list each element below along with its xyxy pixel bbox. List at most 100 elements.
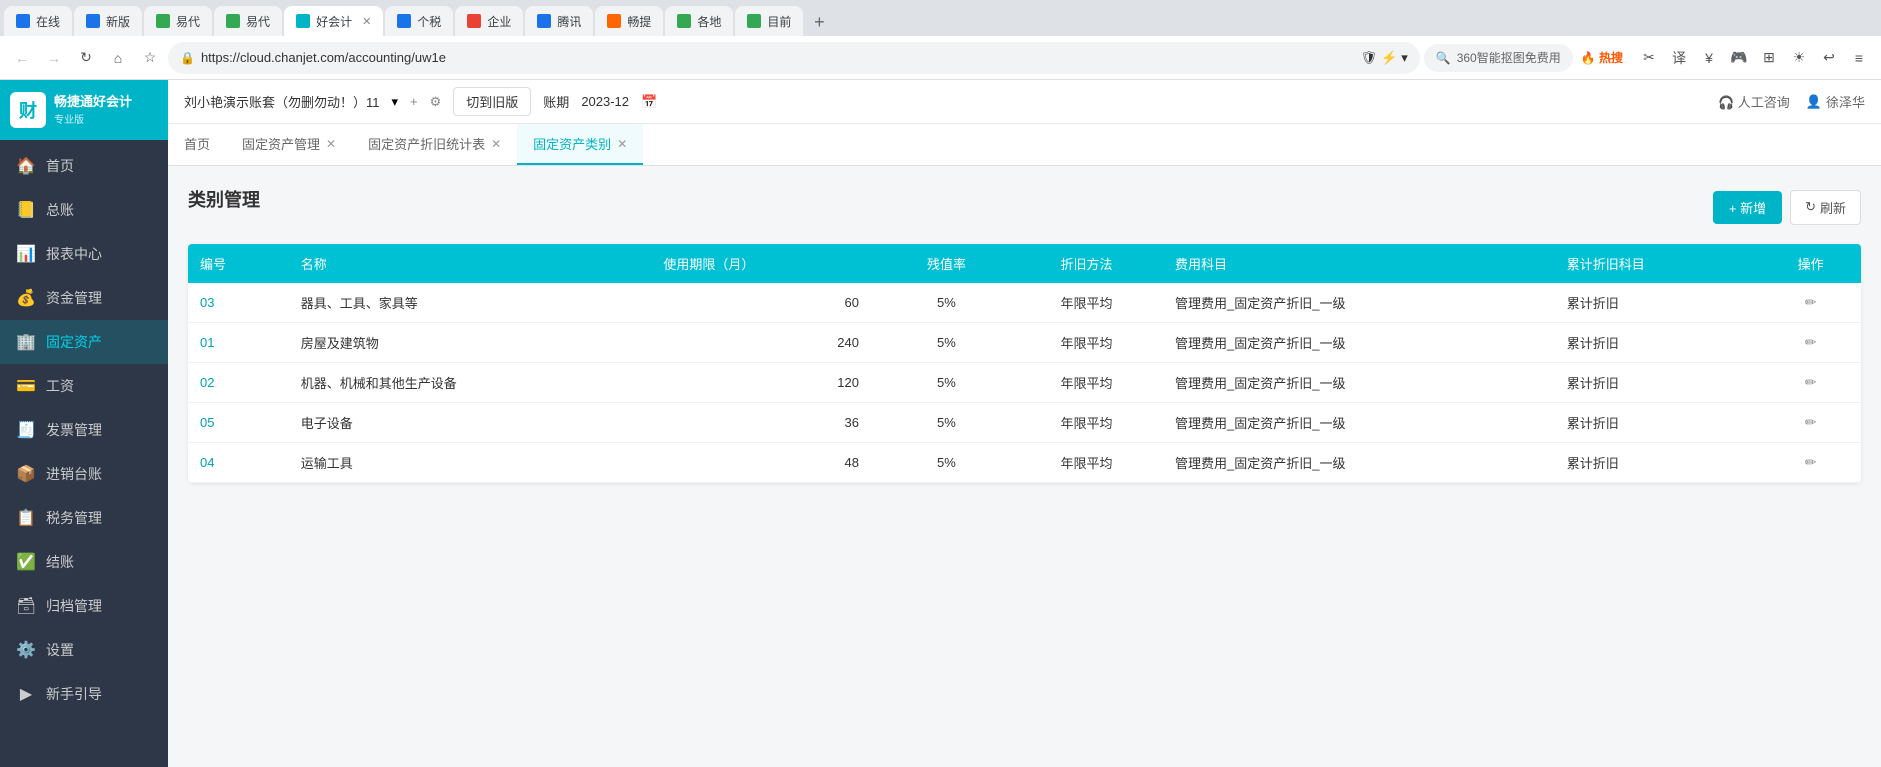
browser-tab-2[interactable]: 新版	[74, 6, 142, 36]
add-account-button[interactable]: +	[410, 94, 418, 109]
th-rate: 残值率	[883, 244, 1010, 283]
app-tab-fixed-mgmt[interactable]: 固定资产管理 ✕	[226, 124, 352, 165]
settings-icon[interactable]: ⚙	[430, 94, 442, 110]
address-down-icon[interactable]: ▾	[1401, 50, 1408, 66]
sidebar-icon-ledger: 📒	[16, 200, 36, 220]
sidebar-label-tax: 税务管理	[46, 508, 102, 528]
sidebar-icon-settings: ⚙️	[16, 640, 36, 660]
sidebar-item-invoice[interactable]: 🧾发票管理	[0, 408, 168, 452]
cell-accum: 累计折旧	[1555, 283, 1760, 323]
tab-label-5: 好会计	[316, 13, 352, 30]
forward-button[interactable]: →	[40, 44, 68, 72]
cell-name: 运输工具	[289, 443, 652, 483]
sidebar-item-archive[interactable]: 🗃归档管理	[0, 584, 168, 628]
edit-button[interactable]: ✏	[1805, 374, 1817, 390]
cell-method: 年限平均	[1010, 283, 1163, 323]
browser-tab-9[interactable]: 畅提	[595, 6, 663, 36]
app-tab-category[interactable]: 固定资产类别 ✕	[517, 124, 643, 165]
sidebar-icon-report: 📊	[16, 244, 36, 264]
search-icon: 🔍	[1436, 51, 1451, 65]
cell-action: ✏	[1760, 283, 1861, 323]
sidebar-item-fund[interactable]: 💰资金管理	[0, 276, 168, 320]
edit-button[interactable]: ✏	[1805, 414, 1817, 430]
brightness-button[interactable]: ☀	[1785, 44, 1813, 72]
grid-button[interactable]: ⊞	[1755, 44, 1783, 72]
app-tab-close-fixed-mgmt[interactable]: ✕	[326, 137, 336, 151]
sidebar-label-fund: 资金管理	[46, 288, 102, 308]
site-info-icon[interactable]: 🛡	[1361, 50, 1378, 66]
cell-period: 120	[651, 363, 883, 403]
help-text: 人工咨询	[1738, 95, 1790, 110]
edit-button[interactable]: ✏	[1805, 294, 1817, 310]
period-value: 2023-12	[581, 94, 629, 109]
search-text: 360智能抠图免费用	[1457, 49, 1561, 66]
dropdown-icon[interactable]: ▾	[392, 94, 399, 110]
th-period: 使用期限（月）	[651, 244, 883, 283]
row-code-link[interactable]: 04	[200, 455, 214, 470]
sidebar-item-tax[interactable]: 📋税务管理	[0, 496, 168, 540]
app-tab-close-category[interactable]: ✕	[617, 137, 627, 151]
browser-tab-11[interactable]: 目前	[735, 6, 803, 36]
th-accum: 累计折旧科目	[1555, 244, 1760, 283]
address-bar[interactable]: 🔒 https://cloud.chanjet.com/accounting/u…	[168, 42, 1420, 74]
game-button[interactable]: 🎮	[1725, 44, 1753, 72]
sidebar-item-salary[interactable]: 💳工资	[0, 364, 168, 408]
switch-version-button[interactable]: 切到旧版	[453, 87, 531, 116]
browser-tab-5[interactable]: 好会计 ✕	[284, 6, 383, 36]
back-button[interactable]: ←	[8, 44, 36, 72]
browser-tab-10[interactable]: 各地	[665, 6, 733, 36]
browser-tab-1[interactable]: 在线	[4, 6, 72, 36]
cell-action: ✏	[1760, 403, 1861, 443]
sidebar-item-guide[interactable]: ▶新手引导	[0, 672, 168, 716]
sidebar-item-ledger[interactable]: 📒 总账	[0, 188, 168, 232]
user-avatar[interactable]: 👤 徐泽华	[1806, 92, 1865, 111]
help-service[interactable]: 🎧 人工咨询	[1718, 92, 1790, 111]
more-button[interactable]: ≡	[1845, 44, 1873, 72]
browser-tab-8[interactable]: 腾讯	[525, 6, 593, 36]
browser-tab-6[interactable]: 个税	[385, 6, 453, 36]
boost-icon[interactable]: ⚡	[1381, 50, 1397, 66]
sidebar-item-report[interactable]: 📊报表中心	[0, 232, 168, 276]
translate-button[interactable]: 译	[1665, 44, 1693, 72]
row-code-link[interactable]: 01	[200, 335, 214, 350]
scissors-button[interactable]: ✂	[1635, 44, 1663, 72]
sidebar-item-fixed[interactable]: 🏢固定资产	[0, 320, 168, 364]
tab-close-5[interactable]: ✕	[362, 15, 371, 28]
cell-accum: 累计折旧	[1555, 363, 1760, 403]
reload-button[interactable]: ↻	[72, 44, 100, 72]
wallet-button[interactable]: ¥	[1695, 44, 1723, 72]
sidebar-item-home[interactable]: 🏠首页	[0, 144, 168, 188]
star-button[interactable]: ☆	[136, 44, 164, 72]
sidebar-label-ledger: 总账	[46, 200, 74, 220]
edit-button[interactable]: ✏	[1805, 454, 1817, 470]
undo-button[interactable]: ↩	[1815, 44, 1843, 72]
app-tab-close-depreciation[interactable]: ✕	[491, 137, 501, 151]
app-tab-home[interactable]: 首页	[168, 124, 226, 165]
browser-tab-7[interactable]: 企业	[455, 6, 523, 36]
logo-text: 畅捷通好会计	[54, 94, 132, 111]
app-tab-label-category: 固定资产类别	[533, 134, 611, 153]
search-360-bar[interactable]: 🔍 360智能抠图免费用	[1424, 44, 1573, 72]
browser-tab-3[interactable]: 易代	[144, 6, 212, 36]
calendar-icon[interactable]: 📅	[641, 94, 657, 110]
add-button[interactable]: + 新增	[1713, 191, 1782, 224]
logo-text-block: 畅捷通好会计 专业版	[54, 94, 132, 126]
browser-tab-4[interactable]: 易代	[214, 6, 282, 36]
table-row: 02机器、机械和其他生产设备1205%年限平均管理费用_固定资产折旧_一级累计折…	[188, 363, 1861, 403]
sidebar-item-stock[interactable]: 📦进销台账	[0, 452, 168, 496]
hot-search[interactable]: 🔥 热搜	[1581, 49, 1623, 66]
app-tab-depreciation[interactable]: 固定资产折旧统计表 ✕	[352, 124, 517, 165]
home-button[interactable]: ⌂	[104, 44, 132, 72]
row-code-link[interactable]: 02	[200, 375, 214, 390]
sidebar-icon-guide: ▶	[16, 684, 36, 704]
cell-period: 36	[651, 403, 883, 443]
row-code-link[interactable]: 03	[200, 295, 214, 310]
new-tab-button[interactable]: +	[805, 8, 833, 36]
refresh-button[interactable]: ↻ 刷新	[1790, 190, 1861, 225]
row-code-link[interactable]: 05	[200, 415, 214, 430]
browser-tools: ✂ 译 ¥ 🎮 ⊞ ☀ ↩ ≡	[1635, 44, 1873, 72]
sidebar-item-settings[interactable]: ⚙️设置	[0, 628, 168, 672]
sidebar-item-checkout[interactable]: ✅结账	[0, 540, 168, 584]
edit-button[interactable]: ✏	[1805, 334, 1817, 350]
logo-sub: 专业版	[54, 111, 132, 126]
